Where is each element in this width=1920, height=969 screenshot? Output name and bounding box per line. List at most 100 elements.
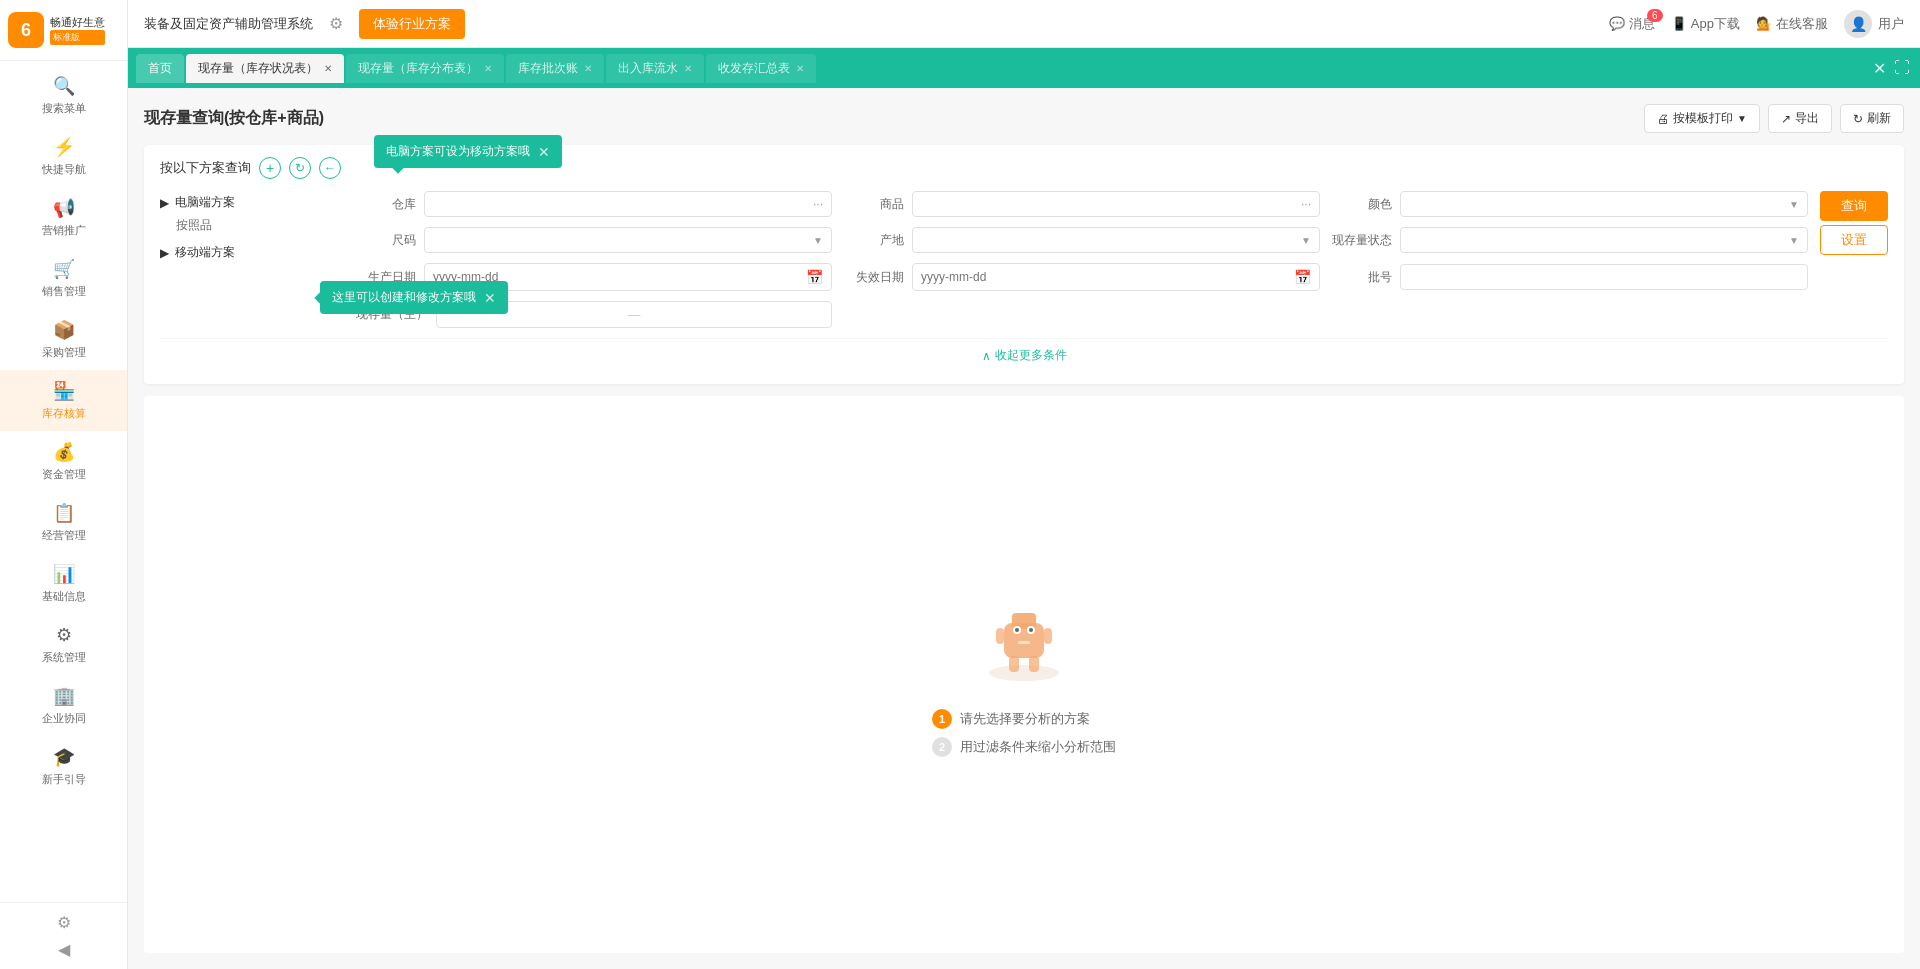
- tab-bar: 首页 现存量（库存状况表） ✕ 现存量（库存分布表） ✕ 库存批次账 ✕ 出入库…: [128, 48, 1920, 88]
- user-menu[interactable]: 👤 用户: [1844, 10, 1904, 38]
- tab-batch-account[interactable]: 库存批次账 ✕: [506, 54, 604, 83]
- sidebar-bottom: ⚙ ◀: [0, 902, 127, 969]
- tab-expand-button[interactable]: ⛶: [1892, 57, 1912, 79]
- filter-field-size: 尺码 ▼: [356, 227, 832, 253]
- origin-text-input[interactable]: [921, 233, 1301, 247]
- sidebar-item-system[interactable]: ⚙ 系统管理: [0, 614, 127, 675]
- tab-home-label: 首页: [148, 60, 172, 77]
- sidebar-item-inventory[interactable]: 🏪 库存核算: [0, 370, 127, 431]
- filter-label: 按以下方案查询: [160, 159, 251, 177]
- sidebar-item-marketing[interactable]: 📢 营销推广: [0, 187, 127, 248]
- tab-in-out-flow-close[interactable]: ✕: [684, 63, 692, 74]
- batch-input[interactable]: [1400, 264, 1808, 290]
- settings-bottom-icon[interactable]: ⚙: [57, 913, 71, 932]
- message-icon: 💬: [1609, 16, 1625, 31]
- color-input[interactable]: ▼: [1400, 191, 1808, 217]
- trial-button[interactable]: 体验行业方案: [359, 9, 465, 39]
- sidebar-item-label: 销售管理: [42, 284, 86, 299]
- tab-receive-summary-close[interactable]: ✕: [796, 63, 804, 74]
- color-dropdown-icon: ▼: [1789, 199, 1799, 210]
- tab-in-out-flow[interactable]: 出入库流水 ✕: [606, 54, 704, 83]
- filter-add-button[interactable]: +: [259, 157, 281, 179]
- sidebar-item-search[interactable]: 🔍 搜索菜单: [0, 65, 127, 126]
- size-input[interactable]: ▼: [424, 227, 832, 253]
- export-button[interactable]: ↗ 导出: [1768, 104, 1832, 133]
- expire-date-start-input[interactable]: [921, 270, 1294, 284]
- enterprise-icon: 🏢: [53, 685, 75, 707]
- empty-illustration: [974, 593, 1074, 693]
- batch-text-input[interactable]: [1409, 270, 1799, 284]
- stock-status-label: 现存量状态: [1332, 232, 1392, 249]
- sidebar-item-operations[interactable]: 📋 经营管理: [0, 492, 127, 553]
- scheme-group-pc-arrow: ▶: [160, 196, 169, 210]
- empty-state-container: 1 请先选择要分析的方案 2 用过滤条件来缩小分析范围: [144, 396, 1904, 953]
- filter-arrow-button[interactable]: ←: [319, 157, 341, 179]
- step-2-num: 2: [932, 737, 952, 757]
- origin-input[interactable]: ▼: [912, 227, 1320, 253]
- top-header: 装备及固定资产辅助管理系统 ⚙ 体验行业方案 💬 6 消息 📱 App下载 💁 …: [128, 0, 1920, 48]
- reset-button[interactable]: 设置: [1820, 225, 1888, 255]
- refresh-button[interactable]: ↻ 刷新: [1840, 104, 1904, 133]
- tooltip-create-close[interactable]: ✕: [484, 290, 496, 306]
- filter-field-expire-date: 失效日期 📅: [844, 263, 1320, 291]
- warehouse-text-input[interactable]: [433, 197, 813, 211]
- collapse-sidebar-icon[interactable]: ◀: [58, 940, 70, 959]
- tooltip-pc-close[interactable]: ✕: [538, 144, 550, 160]
- header-icon-group: 💬 6 消息 📱 App下载 💁 在线客服 👤 用户: [1609, 10, 1904, 38]
- sidebar-item-label: 新手引导: [42, 772, 86, 787]
- tab-inventory-dist-close[interactable]: ✕: [484, 63, 492, 74]
- scheme-group-pc-header[interactable]: ▶ 电脑端方案: [160, 191, 340, 214]
- print-dropdown-icon: ▼: [1737, 113, 1747, 124]
- product-more-icon: ···: [1301, 197, 1311, 211]
- scheme-group-mobile-header[interactable]: ▶ 移动端方案: [160, 241, 340, 264]
- export-icon: ↗: [1781, 112, 1791, 126]
- expire-date-input[interactable]: 📅: [912, 263, 1320, 291]
- search-button[interactable]: 查询: [1820, 191, 1888, 221]
- sidebar-item-basic-info[interactable]: 📊 基础信息: [0, 553, 127, 614]
- print-button[interactable]: 🖨 按模板打印 ▼: [1644, 104, 1760, 133]
- tooltip-create-text: 这里可以创建和修改方案哦: [332, 289, 476, 306]
- empty-step-1: 1 请先选择要分析的方案: [932, 709, 1116, 729]
- app-download-label: App下载: [1691, 15, 1740, 33]
- tab-batch-account-close[interactable]: ✕: [584, 63, 592, 74]
- tab-inventory-dist[interactable]: 现存量（库存分布表） ✕: [346, 54, 504, 83]
- sidebar-item-enterprise[interactable]: 🏢 企业协同: [0, 675, 127, 736]
- svg-rect-7: [1018, 641, 1030, 644]
- product-text-input[interactable]: [921, 197, 1301, 211]
- notification-button[interactable]: 💬 6 消息: [1609, 15, 1655, 33]
- prod-date-calendar-icon[interactable]: 📅: [806, 269, 823, 285]
- tab-home[interactable]: 首页: [136, 54, 184, 83]
- collapse-bar[interactable]: ∧ 收起更多条件: [160, 338, 1888, 372]
- quick-nav-icon: ⚡: [53, 136, 75, 158]
- scheme-item-pc-1[interactable]: 按照品: [160, 214, 340, 237]
- stock-qty-max-input[interactable]: [649, 308, 824, 322]
- product-input[interactable]: ···: [912, 191, 1320, 217]
- svg-rect-9: [1044, 628, 1052, 644]
- sidebar-item-purchase[interactable]: 📦 采购管理: [0, 309, 127, 370]
- tooltip-create-scheme: 这里可以创建和修改方案哦 ✕: [320, 281, 508, 314]
- refresh-label: 刷新: [1867, 110, 1891, 127]
- tab-inventory-status-close[interactable]: ✕: [324, 63, 332, 74]
- svg-rect-11: [1029, 656, 1039, 672]
- warehouse-input[interactable]: ···: [424, 191, 832, 217]
- color-text-input[interactable]: [1409, 197, 1789, 211]
- sidebar-item-label: 企业协同: [42, 711, 86, 726]
- sidebar-item-guide[interactable]: 🎓 新手引导: [0, 736, 127, 797]
- tab-inventory-status[interactable]: 现存量（库存状况表） ✕: [186, 54, 344, 83]
- size-text-input[interactable]: [433, 233, 813, 247]
- tab-close-all-button[interactable]: ✕: [1871, 57, 1888, 80]
- online-service-button[interactable]: 💁 在线客服: [1756, 15, 1828, 33]
- stock-status-text-input[interactable]: [1409, 233, 1789, 247]
- sidebar-item-sales[interactable]: 🛒 销售管理: [0, 248, 127, 309]
- sidebar-item-finance[interactable]: 💰 资金管理: [0, 431, 127, 492]
- batch-label: 批号: [1332, 269, 1392, 286]
- page-title-bar: 现存量查询(按仓库+商品) 🖨 按模板打印 ▼ ↗ 导出 ↻ 刷新: [144, 104, 1904, 133]
- filter-row-4: 现存量（主） —: [356, 301, 1808, 328]
- tab-receive-summary[interactable]: 收发存汇总表 ✕: [706, 54, 816, 83]
- filter-refresh-button[interactable]: ↻: [289, 157, 311, 179]
- sidebar-item-quick-nav[interactable]: ⚡ 快捷导航: [0, 126, 127, 187]
- expire-date-calendar-icon[interactable]: 📅: [1294, 269, 1311, 285]
- stock-status-input[interactable]: ▼: [1400, 227, 1808, 253]
- app-download-button[interactable]: 📱 App下载: [1671, 15, 1740, 33]
- settings-icon[interactable]: ⚙: [329, 14, 343, 33]
